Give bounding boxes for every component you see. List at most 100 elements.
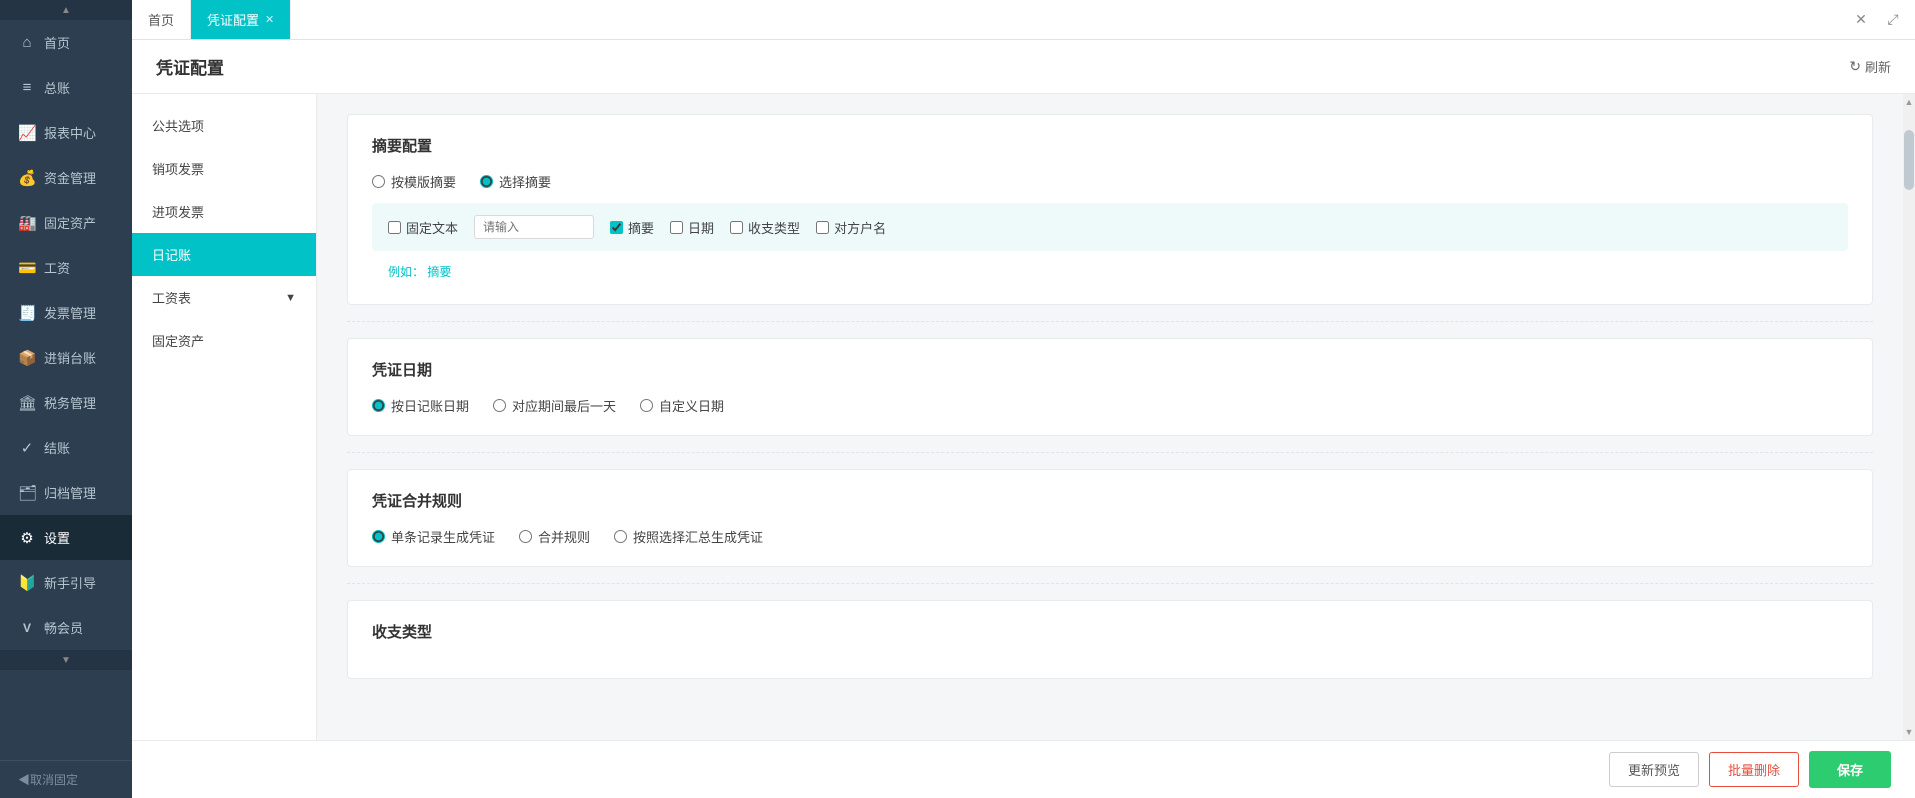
date-section: 凭证日期 按日记账日期 对应期间最后一天: [347, 338, 1873, 436]
stock-icon: 📦: [18, 349, 36, 367]
checkbox-fixed-text-input[interactable]: [388, 221, 401, 234]
summary-checkbox-row: 固定文本 摘要 日期: [372, 203, 1848, 251]
merge-radio-merge-input[interactable]: [519, 530, 532, 543]
sidebar-item-label: 设置: [44, 528, 70, 547]
left-nav-common[interactable]: 公共选项: [132, 104, 316, 147]
summary-radio-template[interactable]: 按模版摘要: [372, 172, 456, 191]
tab-close-icon[interactable]: ✕: [265, 13, 274, 26]
bottom-bar: 更新预览 批量删除 保存: [132, 740, 1915, 798]
sidebar-unpin-button[interactable]: ◀取消固定: [0, 760, 132, 798]
tab-voucher-label: 凭证配置: [207, 10, 259, 29]
left-nav-sales[interactable]: 销项发票: [132, 147, 316, 190]
sidebar-item-label: 发票管理: [44, 303, 96, 322]
sidebar-item-salary[interactable]: 💳 工资: [0, 245, 132, 290]
sidebar-item-label: 归档管理: [44, 483, 96, 502]
tab-home-label: 首页: [148, 10, 174, 29]
date-radio-journal[interactable]: 按日记账日期: [372, 396, 469, 415]
member-icon: V: [18, 621, 36, 635]
sidebar-item-label: 畅会员: [44, 618, 83, 637]
sidebar-item-stock[interactable]: 📦 进销台账: [0, 335, 132, 380]
refresh-label: 刷新: [1865, 57, 1891, 76]
main-area: 首页 凭证配置 ✕ ✕ ⤢ 凭证配置 ↻ 刷新 公共选项: [132, 0, 1915, 798]
tab-voucher[interactable]: 凭证配置 ✕: [191, 0, 291, 39]
page-content: 凭证配置 ↻ 刷新 公共选项 销项发票 进项发票 日记账: [132, 40, 1915, 798]
summary-section: 摘要配置 按模版摘要 选择摘要: [347, 114, 1873, 305]
tab-home[interactable]: 首页: [132, 0, 191, 39]
checkbox-summary[interactable]: 摘要: [610, 218, 654, 237]
sidebar-item-funds[interactable]: 💰 资金管理: [0, 155, 132, 200]
date-radio-last-day-input[interactable]: [493, 399, 506, 412]
refresh-button[interactable]: ↻ 刷新: [1849, 57, 1891, 76]
sidebar-scroll-down[interactable]: ▼: [0, 650, 132, 670]
date-radio-last-day[interactable]: 对应期间最后一天: [493, 396, 616, 415]
scroll-up-arrow[interactable]: ▲: [1903, 94, 1915, 110]
checkbox-fixed-text[interactable]: 固定文本: [388, 218, 458, 237]
sidebar-item-label: 资金管理: [44, 168, 96, 187]
checkbox-counterparty[interactable]: 对方户名: [816, 218, 886, 237]
sidebar-item-invoice[interactable]: 🧾 发票管理: [0, 290, 132, 335]
scrollbar-thumb[interactable]: [1904, 130, 1914, 190]
summary-radio-select-input[interactable]: [480, 175, 493, 188]
left-nav-payroll[interactable]: 工资表 ▼: [132, 276, 316, 319]
salary-icon: 💳: [18, 259, 36, 277]
sidebar-item-member[interactable]: V 畅会员: [0, 605, 132, 650]
sidebar-scroll-up[interactable]: ▲: [0, 0, 132, 20]
merge-radio-single[interactable]: 单条记录生成凭证: [372, 527, 495, 546]
summary-radio-select[interactable]: 选择摘要: [480, 172, 551, 191]
date-radio-custom-input[interactable]: [640, 399, 653, 412]
right-content: 摘要配置 按模版摘要 选择摘要: [317, 94, 1903, 740]
sidebar-item-label: 税务管理: [44, 393, 96, 412]
restore-window-button[interactable]: ⤢: [1881, 8, 1905, 32]
sidebar-item-assets[interactable]: 🏭 固定资产: [0, 200, 132, 245]
sidebar-item-label: 报表中心: [44, 123, 96, 142]
checkbox-date-input[interactable]: [670, 221, 683, 234]
fixed-text-input[interactable]: [474, 215, 594, 239]
invoice-icon: 🧾: [18, 304, 36, 322]
global-scrollbar[interactable]: ▲ ▼: [1903, 94, 1915, 740]
sidebar-item-guide[interactable]: 🔰 新手引导: [0, 560, 132, 605]
reports-icon: 📈: [18, 124, 36, 142]
sidebar-item-label: 结账: [44, 438, 70, 457]
sidebar-item-close[interactable]: ✓ 结账: [0, 425, 132, 470]
ledger-icon: ≡: [18, 79, 36, 96]
merge-radio-summary[interactable]: 按照选择汇总生成凭证: [614, 527, 763, 546]
left-nav: 公共选项 销项发票 进项发票 日记账 工资表 ▼ 固定资产: [132, 94, 317, 740]
page-title: 凭证配置: [156, 54, 224, 79]
checkbox-date[interactable]: 日期: [670, 218, 714, 237]
tax-icon: 🏛: [18, 394, 36, 412]
sidebar-item-ledger[interactable]: ≡ 总账: [0, 65, 132, 110]
home-icon: ⌂: [18, 34, 36, 51]
merge-radio-single-input[interactable]: [372, 530, 385, 543]
update-preview-button[interactable]: 更新预览: [1609, 752, 1699, 787]
summary-title: 摘要配置: [372, 135, 1848, 156]
left-nav-journal[interactable]: 日记账: [132, 233, 316, 276]
chevron-down-icon: ▼: [285, 292, 296, 304]
left-nav-purchase[interactable]: 进项发票: [132, 190, 316, 233]
example-text: 例如： 摘要: [372, 259, 1848, 284]
sidebar-item-settings[interactable]: ⚙ 设置: [0, 515, 132, 560]
left-nav-fixed-assets[interactable]: 固定资产: [132, 319, 316, 362]
sidebar-item-archive[interactable]: 🗂 归档管理: [0, 470, 132, 515]
funds-icon: 💰: [18, 169, 36, 187]
checkbox-counterparty-input[interactable]: [816, 221, 829, 234]
sidebar-item-tax[interactable]: 🏛 税务管理: [0, 380, 132, 425]
close-window-button[interactable]: ✕: [1849, 8, 1873, 32]
batch-delete-button[interactable]: 批量删除: [1709, 752, 1799, 787]
refresh-icon: ↻: [1849, 58, 1861, 75]
sidebar-item-reports[interactable]: 📈 报表中心: [0, 110, 132, 155]
summary-radio-template-input[interactable]: [372, 175, 385, 188]
save-button[interactable]: 保存: [1809, 751, 1891, 788]
merge-radio-summary-input[interactable]: [614, 530, 627, 543]
date-radio-group: 按日记账日期 对应期间最后一天 自定义日期: [372, 396, 1848, 415]
checkbox-income-type-input[interactable]: [730, 221, 743, 234]
checkbox-summary-input[interactable]: [610, 221, 623, 234]
merge-radio-merge[interactable]: 合并规则: [519, 527, 590, 546]
date-radio-journal-input[interactable]: [372, 399, 385, 412]
merge-radio-group: 单条记录生成凭证 合并规则 按照选择汇总生成凭证: [372, 527, 1848, 546]
date-radio-custom[interactable]: 自定义日期: [640, 396, 724, 415]
sidebar-item-home[interactable]: ⌂ 首页: [0, 20, 132, 65]
merge-title: 凭证合并规则: [372, 490, 1848, 511]
checkbox-income-type[interactable]: 收支类型: [730, 218, 800, 237]
scroll-down-arrow[interactable]: ▼: [1903, 724, 1915, 740]
sidebar-item-label: 新手引导: [44, 573, 96, 592]
